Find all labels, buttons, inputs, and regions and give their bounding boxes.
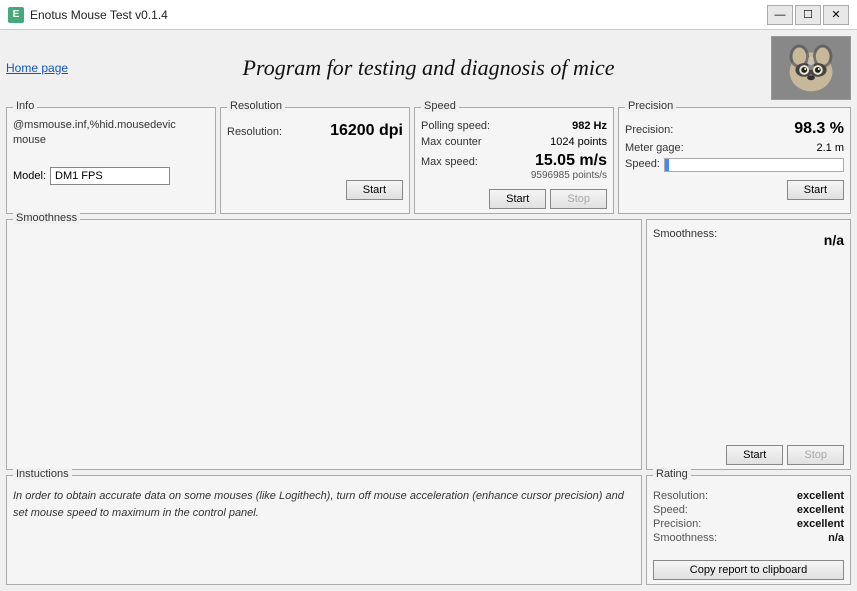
raccoon-image	[771, 36, 851, 100]
polling-value: 982 Hz	[572, 120, 607, 132]
polling-row: Polling speed: 982 Hz	[421, 120, 607, 132]
minimize-button[interactable]: —	[767, 5, 793, 25]
resolution-start-button[interactable]: Start	[346, 180, 403, 200]
smoothness-btn-row: Start Stop	[653, 445, 844, 465]
rating-panel-label: Rating	[653, 468, 691, 480]
rating-precision-row: Precision: excellent	[653, 518, 844, 530]
precision-speed-row: Speed:	[625, 158, 844, 172]
info-text: @msmouse.inf,%hid.mousedevic mouse	[13, 118, 209, 149]
precision-panel: Precision Precision: 98.3 % Meter gage: …	[618, 107, 851, 214]
speed-panel: Speed Polling speed: 982 Hz Max counter …	[414, 107, 614, 214]
precision-value: 98.3 %	[794, 120, 844, 138]
precision-row: Precision: 98.3 %	[625, 120, 844, 138]
max-speed-label: Max speed:	[421, 156, 478, 168]
max-speed-value: 15.05 m/s	[535, 152, 607, 170]
smoothness-value: n/a	[824, 232, 844, 248]
app-body: Home page Program for testing and diagno…	[0, 30, 857, 591]
copy-report-button[interactable]: Copy report to clipboard	[653, 560, 844, 580]
model-row: Model:	[13, 167, 209, 185]
home-link[interactable]: Home page	[6, 61, 86, 75]
info-panel: Info @msmouse.inf,%hid.mousedevic mouse …	[6, 107, 216, 214]
sub-speed-value: 9596985 points/s	[421, 170, 607, 181]
close-button[interactable]: ✕	[823, 5, 849, 25]
title-bar-controls: — ☐ ✕	[767, 5, 849, 25]
top-header: Home page Program for testing and diagno…	[6, 36, 851, 100]
resolution-btn-row: Start	[227, 180, 403, 200]
rating-resolution-value: excellent	[797, 490, 844, 502]
rating-precision-label: Precision:	[653, 518, 701, 530]
speed-bar	[664, 158, 844, 172]
rating-precision-value: excellent	[797, 518, 844, 530]
resolution-panel: Resolution Resolution: 16200 dpi Start	[220, 107, 410, 214]
meter-gage-row: Meter gage: 2.1 m	[625, 142, 844, 154]
rating-speed-row: Speed: excellent	[653, 504, 844, 516]
meter-gage-value: 2.1 m	[816, 142, 844, 154]
max-speed-row: Max speed: 15.05 m/s	[421, 152, 607, 170]
main-title: Program for testing and diagnosis of mic…	[86, 55, 771, 81]
rating-speed-value: excellent	[797, 504, 844, 516]
precision-speed-label: Speed:	[625, 158, 660, 172]
top-panels-row: Info @msmouse.inf,%hid.mousedevic mouse …	[6, 107, 851, 214]
precision-panel-label: Precision	[625, 100, 676, 112]
speed-stop-button[interactable]: Stop	[550, 189, 607, 209]
instructions-panel-label: Instuctions	[13, 468, 72, 480]
rating-resolution-row: Resolution: excellent	[653, 490, 844, 502]
title-bar: E Enotus Mouse Test v0.1.4 — ☐ ✕	[0, 0, 857, 30]
model-input[interactable]	[50, 167, 170, 185]
rating-smoothness-value: n/a	[828, 532, 844, 544]
speed-btn-row: Start Stop	[421, 189, 607, 209]
smoothness-content: Smoothness: n/a	[653, 228, 844, 248]
rating-smoothness-label: Smoothness:	[653, 532, 717, 544]
instructions-panel: Instuctions In order to obtain accurate …	[6, 475, 642, 585]
resolution-value: 16200 dpi	[330, 122, 403, 140]
smoothness-start-button[interactable]: Start	[726, 445, 783, 465]
speed-bar-fill	[665, 159, 669, 171]
smoothness-label: Smoothness:	[653, 228, 717, 248]
smoothness-right-panel: Smoothness: n/a Start Stop	[646, 219, 851, 470]
precision-btn-row: Start	[625, 180, 844, 200]
middle-row: Smoothness Smoothness: n/a Start Stop	[6, 219, 851, 470]
max-counter-row: Max counter 1024 points	[421, 136, 607, 148]
model-label: Model:	[13, 170, 46, 182]
speed-panel-label: Speed	[421, 100, 459, 112]
maximize-button[interactable]: ☐	[795, 5, 821, 25]
resolution-panel-label: Resolution	[227, 100, 285, 112]
meter-gage-label: Meter gage:	[625, 142, 684, 154]
max-counter-value: 1024 points	[550, 136, 607, 148]
rating-panel: Rating Resolution: excellent Speed: exce…	[646, 475, 851, 585]
smoothness-left-panel: Smoothness	[6, 219, 642, 470]
bottom-row: Instuctions In order to obtain accurate …	[6, 475, 851, 585]
smoothness-left-label: Smoothness	[13, 212, 80, 224]
instructions-text: In order to obtain accurate data on some…	[13, 488, 635, 521]
rating-resolution-label: Resolution:	[653, 490, 708, 502]
resolution-row: Resolution: 16200 dpi	[227, 122, 403, 140]
speed-start-button[interactable]: Start	[489, 189, 546, 209]
rating-speed-label: Speed:	[653, 504, 688, 516]
info-panel-label: Info	[13, 100, 37, 112]
title-bar-text: Enotus Mouse Test v0.1.4	[30, 8, 767, 22]
polling-label: Polling speed:	[421, 120, 490, 132]
precision-label: Precision:	[625, 124, 673, 136]
precision-start-button[interactable]: Start	[787, 180, 844, 200]
max-counter-label: Max counter	[421, 136, 482, 148]
smoothness-stop-button[interactable]: Stop	[787, 445, 844, 465]
rating-smoothness-row: Smoothness: n/a	[653, 532, 844, 544]
resolution-label: Resolution:	[227, 126, 282, 138]
app-icon: E	[8, 7, 24, 23]
